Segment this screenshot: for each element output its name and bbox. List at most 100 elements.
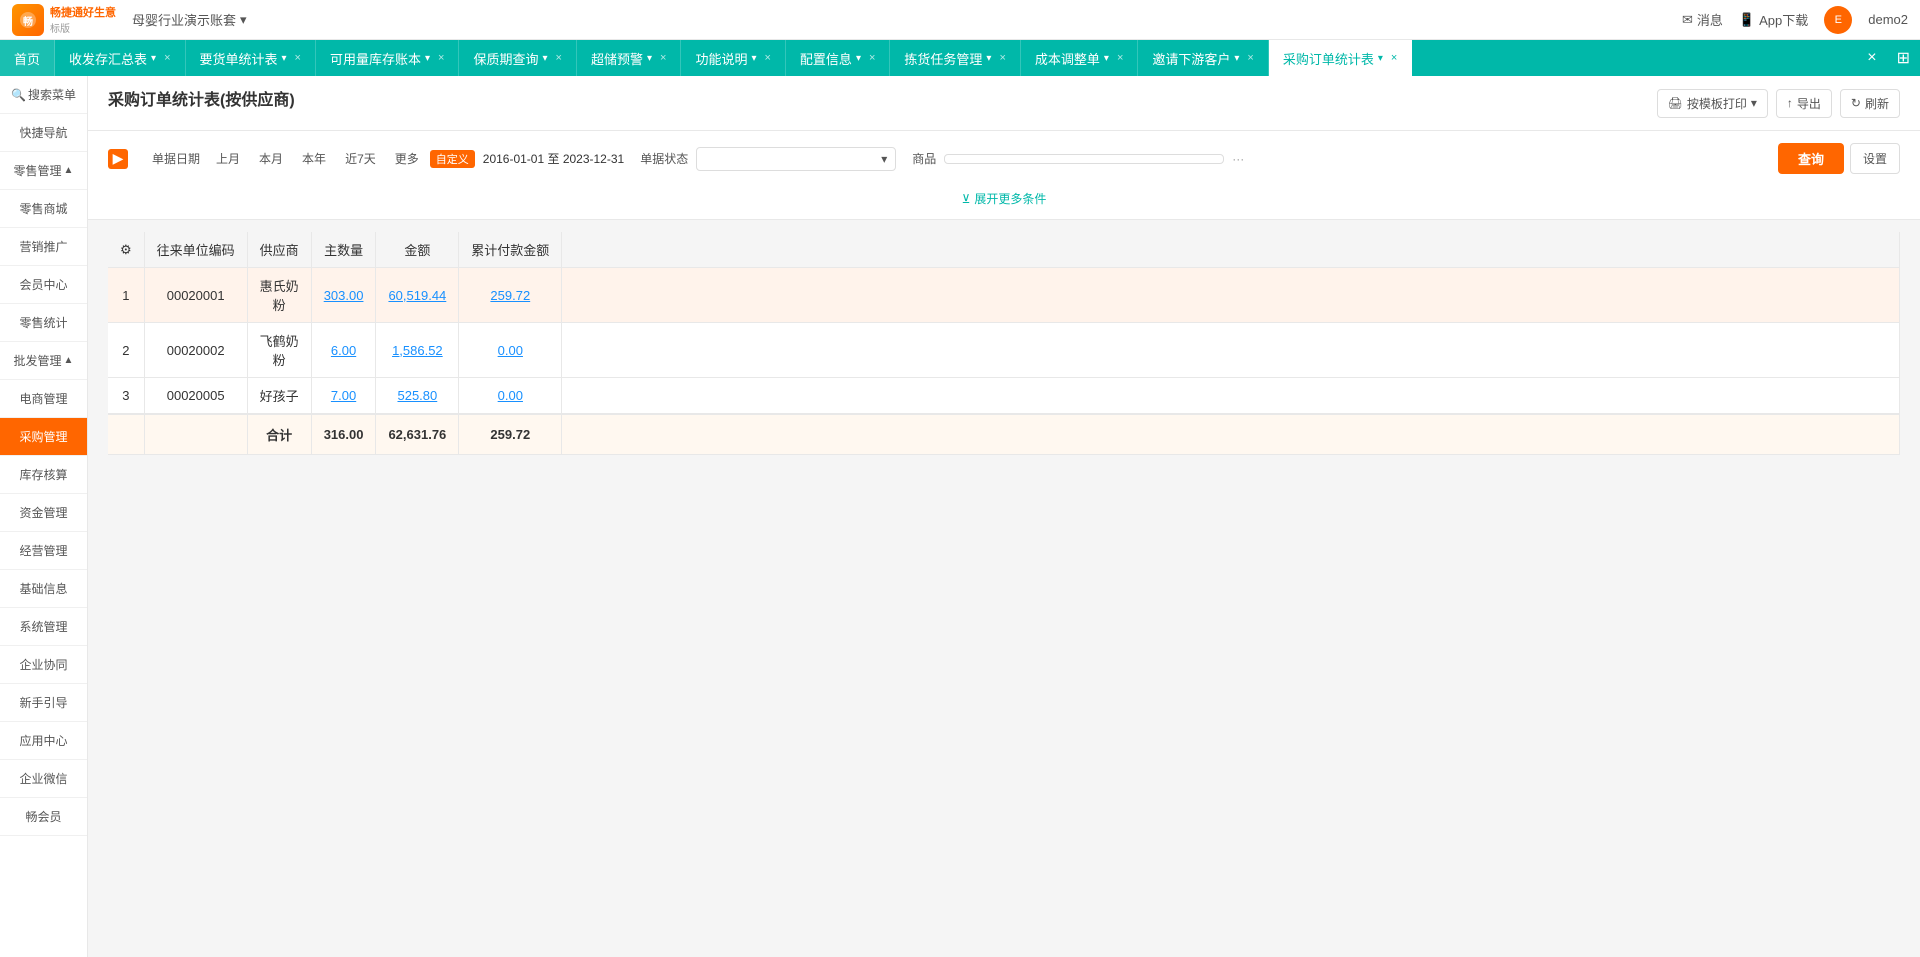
goods-input[interactable] xyxy=(944,154,1224,164)
sidebar-item-marketing[interactable]: 营销推广 xyxy=(0,228,87,266)
row-paid[interactable]: 259.72 xyxy=(459,268,562,323)
row-qty[interactable]: 6.00 xyxy=(311,323,376,378)
sidebar-item-ecommerce[interactable]: 电商管理 xyxy=(0,380,87,418)
shortcut-this-month[interactable]: 本月 xyxy=(251,148,291,169)
row-paid[interactable]: 0.00 xyxy=(459,378,562,415)
tab-close-icon[interactable]: × xyxy=(869,52,875,64)
template-print-label: 按模板打印 xyxy=(1687,95,1747,112)
settings-button[interactable]: 设置 xyxy=(1850,143,1900,174)
goods-label: 商品 xyxy=(912,150,936,167)
export-icon: ↑ xyxy=(1787,96,1793,110)
sidebar-item-operation[interactable]: 经营管理 xyxy=(0,532,87,570)
col-extra xyxy=(562,232,1900,268)
close-all-tabs-btn[interactable]: × xyxy=(1857,40,1886,76)
query-button[interactable]: 查询 xyxy=(1778,143,1844,174)
sidebar-item-sys-manage[interactable]: 系统管理 xyxy=(0,608,87,646)
row-qty[interactable]: 7.00 xyxy=(311,378,376,415)
sidebar-item-member[interactable]: 会员中心 xyxy=(0,266,87,304)
table-row[interactable]: 1 00020001 惠氏奶粉 303.00 60,519.44 259.72 xyxy=(108,268,1900,323)
sidebar-item-basic-info[interactable]: 基础信息 xyxy=(0,570,87,608)
tab-close-icon[interactable]: × xyxy=(764,52,770,64)
tab-receive-send[interactable]: 收发存汇总表 ▾ × xyxy=(55,40,185,76)
sidebar-item-enterprise-wechat[interactable]: 企业微信 xyxy=(0,760,87,798)
template-print-button[interactable]: 🖨 按模板打印 ▾ xyxy=(1657,89,1768,118)
shortcut-last-month[interactable]: 上月 xyxy=(208,148,248,169)
sidebar-item-enterprise-coop[interactable]: 企业协同 xyxy=(0,646,87,684)
row-qty[interactable]: 303.00 xyxy=(311,268,376,323)
tab-available-stock[interactable]: 可用量库存账本 ▾ × xyxy=(316,40,459,76)
tab-close-icon[interactable]: × xyxy=(1391,52,1397,64)
row-amount[interactable]: 525.80 xyxy=(376,378,459,415)
sidebar-item-retail-shop[interactable]: 零售商城 xyxy=(0,190,87,228)
tab-cost-adjust[interactable]: 成本调整单 ▾ × xyxy=(1021,40,1138,76)
custom-date-badge[interactable]: 自定义 xyxy=(430,150,475,168)
row-paid[interactable]: 0.00 xyxy=(459,323,562,378)
row-amount[interactable]: 1,586.52 xyxy=(376,323,459,378)
sidebar-label: 库存核算 xyxy=(19,466,67,483)
expand-icon: ▲ xyxy=(64,165,74,176)
sidebar-item-purchase[interactable]: 采购管理 xyxy=(0,418,87,456)
logo-subtitle: 标版 xyxy=(50,20,116,35)
tab-func-desc[interactable]: 功能说明 ▾ × xyxy=(681,40,785,76)
tab-home[interactable]: 首页 xyxy=(0,40,55,76)
row-amount[interactable]: 60,519.44 xyxy=(376,268,459,323)
export-button[interactable]: ↑ 导出 xyxy=(1776,89,1832,118)
tab-dropdown-icon: ▾ xyxy=(425,53,430,64)
tab-close-icon[interactable]: × xyxy=(660,52,666,64)
top-bar-right: ✉ 消息 📱 App下载 E demo2 xyxy=(1682,6,1908,34)
tab-pick-task[interactable]: 拣货任务管理 ▾ × xyxy=(890,40,1020,76)
table-row[interactable]: 2 00020002 飞鹤奶粉 6.00 1,586.52 0.00 xyxy=(108,323,1900,378)
table-row[interactable]: 3 00020005 好孩子 7.00 525.80 0.00 xyxy=(108,378,1900,415)
tab-close-icon[interactable]: × xyxy=(999,52,1005,64)
col-paid: 累计付款金额 xyxy=(459,232,562,268)
tab-invite-downstream[interactable]: 邀请下游客户 ▾ × xyxy=(1138,40,1268,76)
tab-config-info[interactable]: 配置信息 ▾ × xyxy=(786,40,890,76)
gear-icon[interactable]: ⚙ xyxy=(120,242,132,257)
sidebar-item-quick-nav[interactable]: 快捷导航 xyxy=(0,114,87,152)
filter-main-row: ▶ 单据日期 上月 本月 本年 近7天 更多 自定义 2016-01-01 至 … xyxy=(108,143,1900,174)
sidebar-item-finance[interactable]: 资金管理 xyxy=(0,494,87,532)
shortcut-more[interactable]: 更多 xyxy=(387,148,427,169)
app-download-action[interactable]: 📱 App下载 xyxy=(1739,10,1808,29)
expand-tabs-btn[interactable]: ⊞ xyxy=(1887,40,1920,76)
sidebar-item-newbie[interactable]: 新手引导 xyxy=(0,684,87,722)
sidebar-label: 应用中心 xyxy=(19,732,67,749)
nav-tabs: 首页 收发存汇总表 ▾ × 要货单统计表 ▾ × 可用量库存账本 ▾ × 保质期… xyxy=(0,40,1920,76)
expand-filter-button[interactable]: ▶ xyxy=(108,149,128,169)
tab-close-icon[interactable]: × xyxy=(438,52,444,64)
svg-text:畅: 畅 xyxy=(23,15,33,28)
expand-conditions-btn[interactable]: ⊻ 展开更多条件 xyxy=(962,190,1047,207)
footer-paid: 259.72 xyxy=(459,414,562,455)
tab-demand-stats[interactable]: 要货单统计表 ▾ × xyxy=(186,40,316,76)
tab-close-icon[interactable]: × xyxy=(1247,52,1253,64)
shortcut-this-year[interactable]: 本年 xyxy=(294,148,334,169)
tab-purchase-stats[interactable]: 采购订单统计表 ▾ × xyxy=(1269,40,1412,76)
status-select[interactable]: ▾ xyxy=(696,147,896,171)
tab-close-icon[interactable]: × xyxy=(164,52,170,64)
tab-overstock[interactable]: 超储预警 ▾ × xyxy=(577,40,681,76)
shortcut-7days[interactable]: 近7天 xyxy=(337,148,384,169)
user-avatar[interactable]: E xyxy=(1824,6,1852,34)
tab-expiry-check[interactable]: 保质期查询 ▾ × xyxy=(459,40,576,76)
sidebar-item-retail[interactable]: 零售管理 ▲ xyxy=(0,152,87,190)
more-options-icon[interactable]: ··· xyxy=(1232,152,1244,166)
sidebar-label: 采购管理 xyxy=(19,428,67,445)
sidebar-item-inventory[interactable]: 库存核算 xyxy=(0,456,87,494)
sidebar-item-retail-stats[interactable]: 零售统计 xyxy=(0,304,87,342)
sidebar-item-search[interactable]: 🔍 搜索菜单 xyxy=(0,76,87,114)
tab-close-icon[interactable]: × xyxy=(1117,52,1123,64)
tab-close-icon[interactable]: × xyxy=(295,52,301,64)
sidebar-label: 营销推广 xyxy=(19,238,67,255)
goods-filter-block: 商品 ··· xyxy=(912,150,1244,167)
username[interactable]: demo2 xyxy=(1868,12,1908,27)
logo-area: 畅 畅捷通好生意 标版 xyxy=(12,4,116,36)
row-extra xyxy=(562,378,1900,415)
message-action[interactable]: ✉ 消息 xyxy=(1682,10,1723,29)
sidebar-item-batch[interactable]: 批发管理 ▲ xyxy=(0,342,87,380)
page-title: 采购订单统计表(按供应商) xyxy=(108,86,295,110)
sidebar-item-vip[interactable]: 畅会员 xyxy=(0,798,87,836)
sidebar-item-app-center[interactable]: 应用中心 xyxy=(0,722,87,760)
workspace-selector[interactable]: 母婴行业演示账套 ▾ xyxy=(124,6,255,33)
refresh-button[interactable]: ↻ 刷新 xyxy=(1840,89,1900,118)
tab-close-icon[interactable]: × xyxy=(556,52,562,64)
